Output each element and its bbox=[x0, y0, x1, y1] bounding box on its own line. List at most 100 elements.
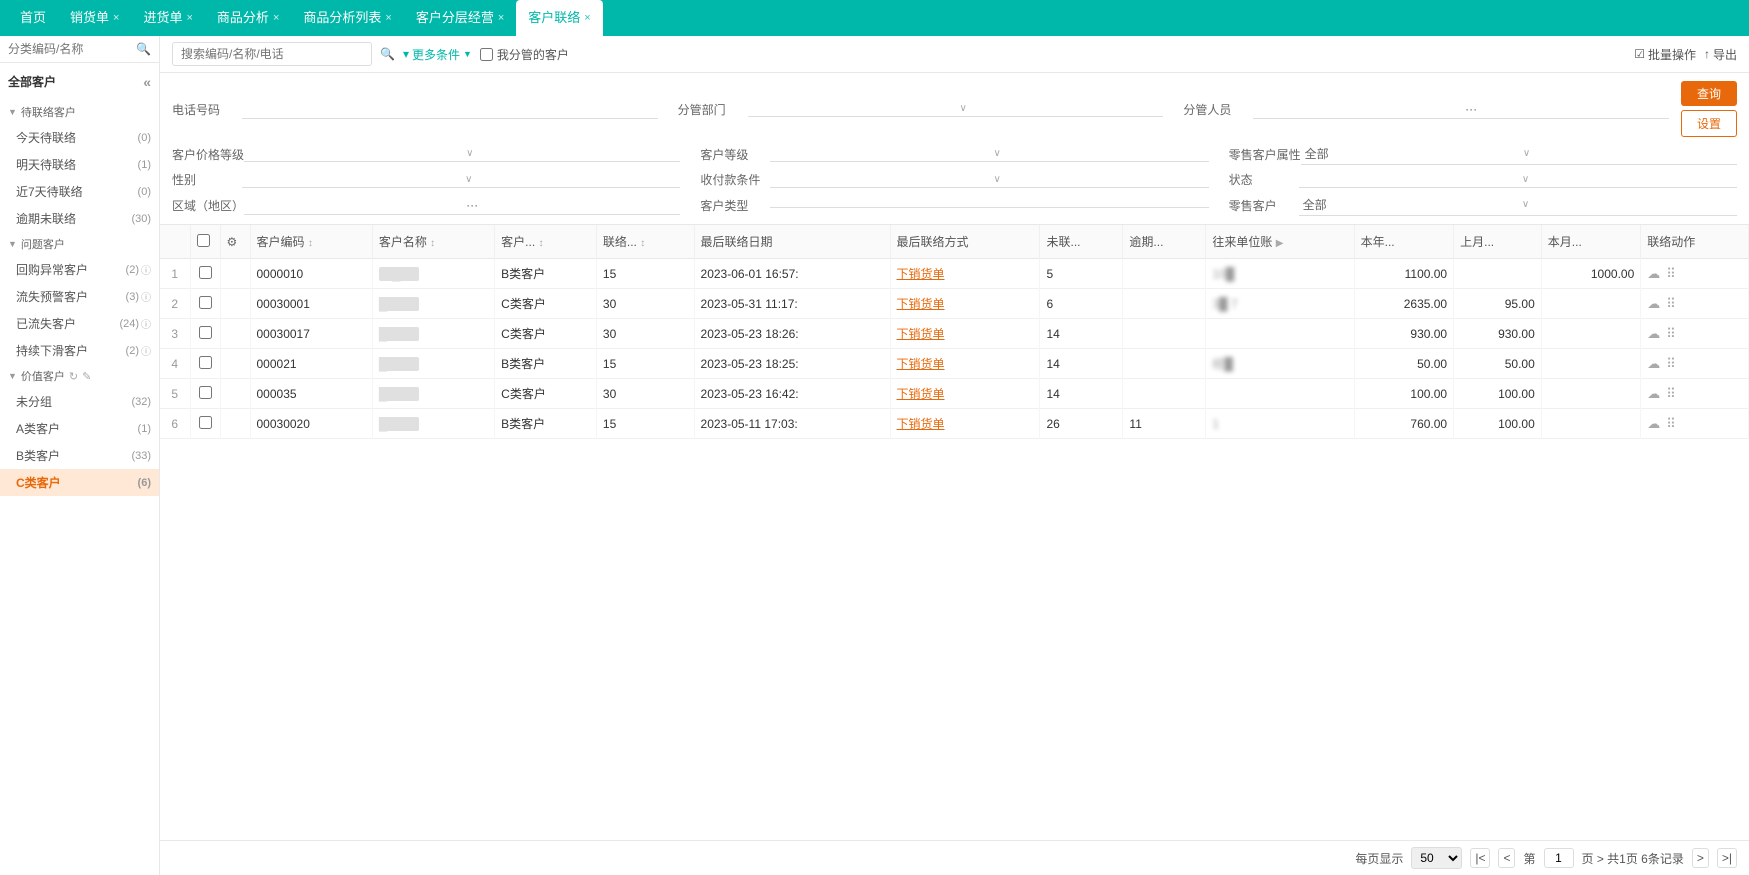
more-action-icon[interactable]: ⠿ bbox=[1666, 386, 1676, 402]
value-level-dropdown[interactable]: ∨ bbox=[244, 146, 680, 162]
page-number-input[interactable] bbox=[1544, 848, 1574, 868]
filter-search-input[interactable] bbox=[172, 42, 372, 66]
cell-last-method[interactable]: 下销货单 bbox=[890, 289, 1040, 319]
sort-type-icon[interactable]: ↕ bbox=[539, 238, 544, 249]
nav-customer-contact-close-icon[interactable]: × bbox=[584, 0, 590, 36]
row-checkbox[interactable] bbox=[199, 386, 212, 399]
export-btn[interactable]: ↑ 导出 bbox=[1704, 46, 1737, 63]
nav-product-analysis-close-icon[interactable]: × bbox=[273, 0, 279, 36]
phone-input[interactable] bbox=[242, 100, 658, 119]
my-customers-checkbox[interactable]: 我分管的客户 bbox=[480, 46, 569, 63]
contact-action-icon[interactable]: ☁ bbox=[1647, 326, 1660, 342]
last-method-link[interactable]: 下销货单 bbox=[897, 327, 945, 341]
prev-page-btn[interactable]: < bbox=[1498, 848, 1515, 868]
sidebar-item-unclassified[interactable]: 未分组 (32) bbox=[0, 388, 159, 415]
sidebar-item-overdue[interactable]: 逾期未联络 (30) bbox=[0, 205, 159, 232]
more-conditions-btn[interactable]: ▾ 更多条件 ▼ bbox=[403, 46, 472, 63]
sidebar-group-value-title[interactable]: 价值客户 ↻ ✎ bbox=[0, 364, 159, 388]
my-customers-check[interactable] bbox=[480, 48, 493, 61]
cell-checkbox[interactable] bbox=[190, 379, 220, 409]
filter-search-icon[interactable]: 🔍 bbox=[380, 47, 395, 61]
row-checkbox[interactable] bbox=[199, 296, 212, 309]
nav-home[interactable]: 首页 bbox=[8, 0, 58, 36]
cell-checkbox[interactable] bbox=[190, 319, 220, 349]
last-method-link[interactable]: 下销货单 bbox=[897, 267, 945, 281]
query-button[interactable]: 查询 bbox=[1681, 81, 1737, 106]
all-customers-collapse-icon[interactable]: « bbox=[143, 74, 151, 90]
row-checkbox[interactable] bbox=[199, 326, 212, 339]
nav-product-analysis[interactable]: 商品分析 × bbox=[205, 0, 291, 36]
manager-dropdown[interactable]: ··· bbox=[1253, 100, 1669, 119]
contact-action-icon[interactable]: ☁ bbox=[1647, 296, 1660, 312]
status-dropdown[interactable]: ∨ bbox=[1299, 172, 1737, 188]
nav-product-list[interactable]: 商品分析列表 × bbox=[291, 0, 403, 36]
more-action-icon[interactable]: ⠿ bbox=[1666, 296, 1676, 312]
sidebar-item-declining[interactable]: 持续下滑客户 (2) ⓘ bbox=[0, 337, 159, 364]
retail-attr-dropdown[interactable]: 全部 ∨ bbox=[1301, 143, 1737, 165]
nav-purchase[interactable]: 进货单 × bbox=[131, 0, 204, 36]
sort-code-icon[interactable]: ↕ bbox=[308, 238, 313, 249]
all-customers-header[interactable]: 全部客户 « bbox=[0, 67, 159, 96]
manager-dots-icon[interactable]: ··· bbox=[1461, 100, 1669, 118]
nav-customer-layered-close-icon[interactable]: × bbox=[498, 0, 504, 36]
last-page-btn[interactable]: >| bbox=[1717, 848, 1737, 868]
region-dots-icon[interactable]: ··· bbox=[462, 196, 680, 214]
more-action-icon[interactable]: ⠿ bbox=[1666, 326, 1676, 342]
edit-icon[interactable]: ✎ bbox=[82, 370, 91, 383]
sidebar-item-b-class[interactable]: B类客户 (33) bbox=[0, 442, 159, 469]
cell-last-method[interactable]: 下销货单 bbox=[890, 379, 1040, 409]
more-action-icon[interactable]: ⠿ bbox=[1666, 266, 1676, 282]
row-checkbox[interactable] bbox=[199, 266, 212, 279]
table-settings-icon[interactable]: ⚙ bbox=[227, 235, 238, 249]
sidebar-item-a-class[interactable]: A类客户 (1) bbox=[0, 415, 159, 442]
customer-level-dropdown[interactable]: ∨ bbox=[770, 146, 1208, 162]
cell-last-method[interactable]: 下销货单 bbox=[890, 319, 1040, 349]
nav-product-list-close-icon[interactable]: × bbox=[385, 0, 391, 36]
customer-type-dropdown[interactable] bbox=[770, 203, 1208, 208]
last-method-link[interactable]: 下销货单 bbox=[897, 387, 945, 401]
more-action-icon[interactable]: ⠿ bbox=[1666, 356, 1676, 372]
sidebar-item-repurchase-abnormal[interactable]: 回购异常客户 (2) ⓘ bbox=[0, 256, 159, 283]
more-action-icon[interactable]: ⠿ bbox=[1666, 416, 1676, 432]
per-page-select[interactable]: 50 20 100 bbox=[1411, 847, 1462, 869]
nav-customer-contact[interactable]: 客户联络 × bbox=[516, 0, 602, 36]
last-method-link[interactable]: 下销货单 bbox=[897, 297, 945, 311]
sidebar-item-c-class[interactable]: C类客户 (6) bbox=[0, 469, 159, 496]
refresh-icon[interactable]: ↻ bbox=[69, 370, 78, 383]
sidebar-item-7days[interactable]: 近7天待联络 (0) bbox=[0, 178, 159, 205]
sidebar-item-churn-warning[interactable]: 流失预警客户 (3) ⓘ bbox=[0, 283, 159, 310]
batch-ops-btn[interactable]: ☑ 批量操作 bbox=[1634, 46, 1696, 63]
gender-dropdown[interactable]: ∨ bbox=[242, 172, 680, 188]
region-dropdown[interactable]: ··· bbox=[244, 196, 680, 215]
cell-last-method[interactable]: 下销货单 bbox=[890, 259, 1040, 289]
nav-sales[interactable]: 销货单 × bbox=[58, 0, 131, 36]
select-all-checkbox[interactable] bbox=[197, 234, 210, 247]
sort-name-icon[interactable]: ↕ bbox=[430, 238, 435, 249]
cell-checkbox[interactable] bbox=[190, 289, 220, 319]
sidebar-search-icon[interactable]: 🔍 bbox=[136, 42, 151, 56]
nav-sales-close-icon[interactable]: × bbox=[113, 0, 119, 36]
row-checkbox[interactable] bbox=[199, 416, 212, 429]
row-checkbox[interactable] bbox=[199, 356, 212, 369]
settings-button[interactable]: 设置 bbox=[1681, 110, 1737, 137]
th-gear[interactable]: ⚙ bbox=[220, 225, 250, 259]
nav-purchase-close-icon[interactable]: × bbox=[186, 0, 192, 36]
contact-action-icon[interactable]: ☁ bbox=[1647, 356, 1660, 372]
contact-action-icon[interactable]: ☁ bbox=[1647, 266, 1660, 282]
sidebar-item-tomorrow[interactable]: 明天待联络 (1) bbox=[0, 151, 159, 178]
contact-action-icon[interactable]: ☁ bbox=[1647, 386, 1660, 402]
sidebar-item-today[interactable]: 今天待联络 (0) bbox=[0, 124, 159, 151]
retail-customer-dropdown[interactable]: 全部 ∨ bbox=[1299, 194, 1737, 216]
contact-action-icon[interactable]: ☁ bbox=[1647, 416, 1660, 432]
sort-contact-icon[interactable]: ↕ bbox=[640, 238, 645, 249]
cell-checkbox[interactable] bbox=[190, 409, 220, 439]
sidebar-group-problem-title[interactable]: 问题客户 bbox=[0, 232, 159, 256]
sidebar-item-churned[interactable]: 已流失客户 (24) ⓘ bbox=[0, 310, 159, 337]
cell-last-method[interactable]: 下销货单 bbox=[890, 409, 1040, 439]
expand-icon[interactable]: ▶ bbox=[1276, 238, 1284, 249]
sidebar-search-input[interactable] bbox=[8, 42, 132, 56]
payment-dropdown[interactable]: ∨ bbox=[770, 172, 1208, 188]
last-method-link[interactable]: 下销货单 bbox=[897, 417, 945, 431]
cell-checkbox[interactable] bbox=[190, 259, 220, 289]
dept-dropdown[interactable]: ∨ bbox=[748, 101, 1164, 117]
